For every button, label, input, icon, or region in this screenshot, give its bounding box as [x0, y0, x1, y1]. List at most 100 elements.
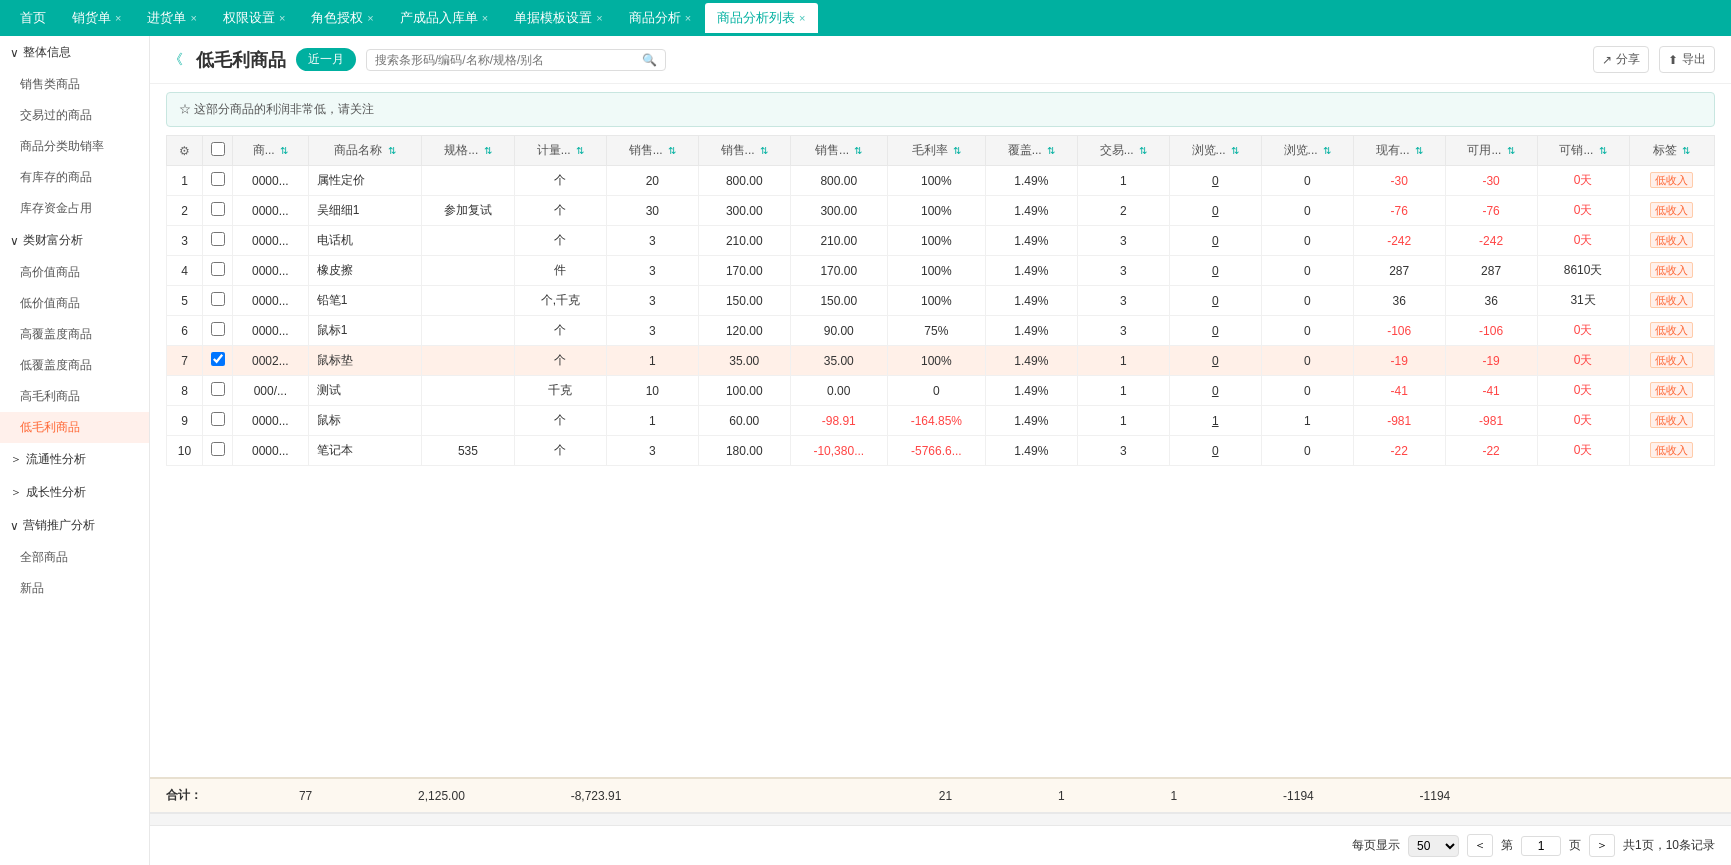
- sidebar-item-stocked-goods[interactable]: 有库存的商品: [0, 162, 149, 193]
- search-input[interactable]: [375, 53, 636, 67]
- cell-browse1[interactable]: 0: [1169, 376, 1261, 406]
- browse1-link[interactable]: 0: [1212, 354, 1219, 368]
- cell-browse1[interactable]: 0: [1169, 256, 1261, 286]
- nav-template-close[interactable]: ×: [596, 12, 602, 24]
- sidebar-item-low-value[interactable]: 低价值商品: [0, 288, 149, 319]
- nav-home[interactable]: 首页: [8, 3, 58, 33]
- nav-product-analysis[interactable]: 商品分析 ×: [617, 3, 703, 33]
- cell-name[interactable]: 笔记本: [308, 436, 421, 466]
- row-checkbox[interactable]: [211, 292, 225, 306]
- col-browse2[interactable]: 浏览... ⇅: [1261, 136, 1353, 166]
- nav-sales-close[interactable]: ×: [115, 12, 121, 24]
- cell-browse1[interactable]: 0: [1169, 346, 1261, 376]
- col-gross-rate[interactable]: 毛利率 ⇅: [887, 136, 985, 166]
- cell-name[interactable]: 鼠标垫: [308, 346, 421, 376]
- col-sale-price[interactable]: 销售... ⇅: [698, 136, 790, 166]
- table-wrapper[interactable]: ⚙ 商... ⇅ 商品名称 ⇅: [150, 135, 1731, 777]
- col-browse1[interactable]: 浏览... ⇅: [1169, 136, 1261, 166]
- nav-product-analysis-close[interactable]: ×: [685, 12, 691, 24]
- col-sale-amount[interactable]: 销售... ⇅: [790, 136, 887, 166]
- col-current[interactable]: 现有... ⇅: [1353, 136, 1445, 166]
- cell-name[interactable]: 橡皮擦: [308, 256, 421, 286]
- select-all-checkbox[interactable]: [211, 142, 225, 156]
- sidebar-item-sales-goods[interactable]: 销售类商品: [0, 69, 149, 100]
- filter-recent-month-btn[interactable]: 近一月: [296, 48, 356, 71]
- col-sale-qty[interactable]: 销售... ⇅: [606, 136, 698, 166]
- col-tag[interactable]: 标签 ⇅: [1629, 136, 1714, 166]
- sidebar-item-new-goods[interactable]: 新品: [0, 573, 149, 604]
- cell-browse1[interactable]: 0: [1169, 226, 1261, 256]
- col-usable[interactable]: 可用... ⇅: [1445, 136, 1537, 166]
- nav-role-auth-close[interactable]: ×: [367, 12, 373, 24]
- col-cover[interactable]: 覆盖... ⇅: [985, 136, 1077, 166]
- col-trade[interactable]: 交易... ⇅: [1077, 136, 1169, 166]
- nav-purchase[interactable]: 进货单 ×: [135, 3, 208, 33]
- row-checkbox[interactable]: [211, 172, 225, 186]
- sidebar-group-growth[interactable]: ＞ 成长性分析: [0, 476, 149, 509]
- sidebar-group-wealth[interactable]: ∨ 类财富分析: [0, 224, 149, 257]
- row-checkbox[interactable]: [211, 442, 225, 456]
- nav-analysis-list-close[interactable]: ×: [799, 12, 805, 24]
- cell-browse1[interactable]: 0: [1169, 436, 1261, 466]
- cell-browse1[interactable]: 1: [1169, 406, 1261, 436]
- nav-permissions-close[interactable]: ×: [279, 12, 285, 24]
- browse1-link[interactable]: 0: [1212, 174, 1219, 188]
- col-name[interactable]: 商品名称 ⇅: [308, 136, 421, 166]
- cell-browse1[interactable]: 0: [1169, 196, 1261, 226]
- cell-name[interactable]: 测试: [308, 376, 421, 406]
- sidebar-item-high-margin[interactable]: 高毛利商品: [0, 381, 149, 412]
- cell-name[interactable]: 鼠标: [308, 406, 421, 436]
- col-spec[interactable]: 规格... ⇅: [421, 136, 514, 166]
- browse1-link[interactable]: 0: [1212, 264, 1219, 278]
- row-checkbox[interactable]: [211, 322, 225, 336]
- page-number-input[interactable]: [1521, 836, 1561, 856]
- row-checkbox[interactable]: [211, 232, 225, 246]
- nav-purchase-close[interactable]: ×: [190, 12, 196, 24]
- sidebar-item-low-margin[interactable]: 低毛利商品: [0, 412, 149, 443]
- nav-permissions[interactable]: 权限设置 ×: [211, 3, 297, 33]
- cell-name[interactable]: 属性定价: [308, 166, 421, 196]
- browse1-link[interactable]: 0: [1212, 234, 1219, 248]
- browse1-link[interactable]: 0: [1212, 324, 1219, 338]
- next-page-btn[interactable]: ＞: [1589, 834, 1615, 857]
- nav-product-entry[interactable]: 产成品入库单 ×: [388, 3, 500, 33]
- sidebar-item-all-goods[interactable]: 全部商品: [0, 542, 149, 573]
- row-checkbox[interactable]: [211, 262, 225, 276]
- export-button[interactable]: ⬆ 导出: [1659, 46, 1715, 73]
- nav-sales[interactable]: 销货单 ×: [60, 3, 133, 33]
- cell-name[interactable]: 鼠标1: [308, 316, 421, 346]
- row-checkbox[interactable]: [211, 352, 225, 366]
- share-button[interactable]: ↗ 分享: [1593, 46, 1649, 73]
- col-saleable[interactable]: 可销... ⇅: [1537, 136, 1629, 166]
- nav-product-entry-close[interactable]: ×: [482, 12, 488, 24]
- row-checkbox[interactable]: [211, 382, 225, 396]
- sidebar-collapse-btn[interactable]: 《: [166, 50, 186, 70]
- col-unit[interactable]: 计量... ⇅: [514, 136, 606, 166]
- prev-page-btn[interactable]: ＜: [1467, 834, 1493, 857]
- cell-name[interactable]: 吴细细1: [308, 196, 421, 226]
- sidebar-item-traded-goods[interactable]: 交易过的商品: [0, 100, 149, 131]
- sidebar-item-low-coverage[interactable]: 低覆盖度商品: [0, 350, 149, 381]
- cell-browse1[interactable]: 0: [1169, 286, 1261, 316]
- sidebar-group-overall[interactable]: ∨ 整体信息: [0, 36, 149, 69]
- row-checkbox[interactable]: [211, 202, 225, 216]
- col-gear[interactable]: ⚙: [167, 136, 203, 166]
- per-page-select[interactable]: 50 100: [1408, 835, 1459, 857]
- browse1-link[interactable]: 0: [1212, 204, 1219, 218]
- nav-template[interactable]: 单据模板设置 ×: [502, 3, 614, 33]
- browse1-link[interactable]: 0: [1212, 384, 1219, 398]
- search-icon[interactable]: 🔍: [642, 53, 657, 67]
- browse1-link[interactable]: 0: [1212, 294, 1219, 308]
- cell-browse1[interactable]: 0: [1169, 166, 1261, 196]
- sidebar-group-marketing[interactable]: ∨ 营销推广分析: [0, 509, 149, 542]
- sidebar-item-high-value[interactable]: 高价值商品: [0, 257, 149, 288]
- browse1-link[interactable]: 1: [1212, 414, 1219, 428]
- sidebar-item-high-coverage[interactable]: 高覆盖度商品: [0, 319, 149, 350]
- row-checkbox[interactable]: [211, 412, 225, 426]
- cell-name[interactable]: 电话机: [308, 226, 421, 256]
- sidebar-item-category-rate[interactable]: 商品分类助销率: [0, 131, 149, 162]
- col-code[interactable]: 商... ⇅: [233, 136, 309, 166]
- nav-analysis-list[interactable]: 商品分析列表 ×: [705, 3, 817, 33]
- cell-name[interactable]: 铅笔1: [308, 286, 421, 316]
- cell-browse1[interactable]: 0: [1169, 316, 1261, 346]
